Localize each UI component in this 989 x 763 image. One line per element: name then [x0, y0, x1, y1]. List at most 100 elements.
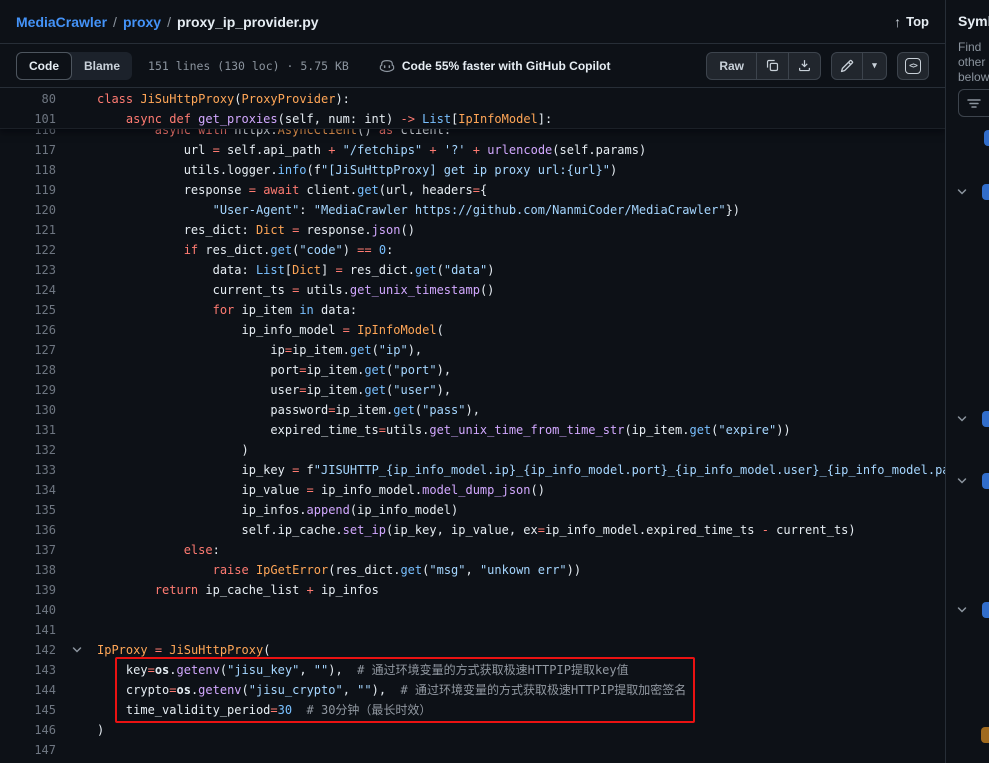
- gutter-spacer: [56, 420, 97, 440]
- line-number[interactable]: 141: [0, 620, 56, 640]
- symbol-row[interactable]: [957, 411, 989, 427]
- chevron-down-icon[interactable]: [957, 476, 967, 486]
- symbols-panel: Symbols Find other below: [945, 0, 989, 763]
- gutter-spacer: [56, 160, 97, 180]
- edit-dropdown-button[interactable]: ▾: [863, 52, 887, 80]
- code-line: 134 ip_value = ip_info_model.model_dump_…: [0, 480, 945, 500]
- back-to-top-link[interactable]: ↑ Top: [894, 14, 929, 30]
- code-line: 146): [0, 720, 945, 740]
- chevron-down-icon[interactable]: [957, 414, 967, 424]
- gutter-spacer: [56, 320, 97, 340]
- gutter-spacer: [56, 660, 97, 680]
- code-line: 143 key=os.getenv("jisu_key", ""), # 通过环…: [0, 660, 945, 680]
- symbol-kind-icon: [982, 602, 989, 618]
- symbol-row[interactable]: [957, 184, 989, 200]
- code-line: 131 expired_time_ts=utils.get_unix_time_…: [0, 420, 945, 440]
- symbol-row[interactable]: [981, 727, 989, 743]
- gutter-spacer: [56, 260, 97, 280]
- chevron-down-icon[interactable]: [957, 605, 967, 615]
- line-number[interactable]: 147: [0, 740, 56, 760]
- gutter-spacer: [56, 89, 97, 109]
- code-text: ip_key = f"JISUHTTP_{ip_info_model.ip}_{…: [97, 460, 945, 480]
- line-number[interactable]: 124: [0, 280, 56, 300]
- line-number[interactable]: 80: [0, 89, 56, 109]
- line-number[interactable]: 132: [0, 440, 56, 460]
- symbols-panel-description: Find other below: [958, 40, 989, 85]
- gutter-spacer: [56, 400, 97, 420]
- line-number[interactable]: 118: [0, 160, 56, 180]
- line-number[interactable]: 140: [0, 600, 56, 620]
- pencil-icon: [840, 59, 854, 73]
- tab-code[interactable]: Code: [16, 52, 72, 80]
- download-button[interactable]: [789, 52, 821, 80]
- breadcrumb-repo-link[interactable]: MediaCrawler: [16, 14, 107, 30]
- code-line: 138 raise IpGetError(res_dict.get("msg",…: [0, 560, 945, 580]
- top-label: Top: [906, 14, 929, 29]
- line-number[interactable]: 127: [0, 340, 56, 360]
- line-number[interactable]: 101: [0, 109, 56, 129]
- raw-button[interactable]: Raw: [706, 52, 757, 80]
- gutter-spacer: [56, 140, 97, 160]
- line-number[interactable]: 119: [0, 180, 56, 200]
- line-number[interactable]: 142: [0, 640, 56, 660]
- line-number[interactable]: 136: [0, 520, 56, 540]
- line-number[interactable]: 120: [0, 200, 56, 220]
- gutter-spacer: [56, 560, 97, 580]
- symbol-row[interactable]: [957, 473, 989, 489]
- gutter-spacer: [56, 580, 97, 600]
- symbols-description-line: below: [958, 70, 989, 85]
- line-number[interactable]: 121: [0, 220, 56, 240]
- line-number[interactable]: 145: [0, 700, 56, 720]
- toolbar-actions: Raw: [706, 52, 929, 80]
- symbol-row[interactable]: [957, 602, 989, 618]
- line-number[interactable]: 128: [0, 360, 56, 380]
- tab-blame[interactable]: Blame: [72, 52, 132, 80]
- line-number[interactable]: 123: [0, 260, 56, 280]
- code-text: else:: [97, 540, 220, 560]
- edit-button[interactable]: [831, 52, 863, 80]
- gutter-spacer: [56, 340, 97, 360]
- code-line: 121 res_dict: Dict = response.json(): [0, 220, 945, 240]
- line-number[interactable]: 133: [0, 460, 56, 480]
- line-number[interactable]: 126: [0, 320, 56, 340]
- line-number[interactable]: 146: [0, 720, 56, 740]
- code-text: return ip_cache_list + ip_infos: [97, 580, 379, 600]
- chevron-down-icon[interactable]: [957, 187, 967, 197]
- line-number[interactable]: 131: [0, 420, 56, 440]
- caret-down-icon: ▾: [872, 60, 877, 71]
- filter-symbols-input[interactable]: [958, 89, 989, 117]
- code-line: 126 ip_info_model = IpInfoModel(: [0, 320, 945, 340]
- gutter-spacer: [56, 700, 97, 720]
- line-number[interactable]: 138: [0, 560, 56, 580]
- gutter-spacer: [56, 740, 97, 760]
- line-number[interactable]: 129: [0, 380, 56, 400]
- line-number[interactable]: 134: [0, 480, 56, 500]
- line-number[interactable]: 143: [0, 660, 56, 680]
- gutter-spacer: [56, 200, 97, 220]
- line-number[interactable]: 135: [0, 500, 56, 520]
- gutter-spacer: [56, 280, 97, 300]
- code-pane: 116 async with httpx.AsyncClient() as cl…: [0, 88, 945, 763]
- line-number[interactable]: 122: [0, 240, 56, 260]
- breadcrumb-folder-link[interactable]: proxy: [123, 14, 161, 30]
- arrow-up-icon: ↑: [894, 14, 901, 30]
- symbols-panel-toggle[interactable]: <>: [897, 52, 929, 80]
- copy-icon: [765, 58, 780, 73]
- line-number[interactable]: 117: [0, 140, 56, 160]
- collapse-chevron-icon[interactable]: [56, 640, 97, 660]
- line-number[interactable]: 144: [0, 680, 56, 700]
- edit-button-group: ▾: [831, 52, 887, 80]
- line-number[interactable]: 137: [0, 540, 56, 560]
- code-text: "User-Agent": "MediaCrawler https://gith…: [97, 200, 740, 220]
- sticky-context[interactable]: 80class JiSuHttpProxy(ProxyProvider):101…: [0, 88, 945, 129]
- line-number[interactable]: 139: [0, 580, 56, 600]
- code-text: ip_value = ip_info_model.model_dump_json…: [97, 480, 545, 500]
- gutter-spacer: [56, 480, 97, 500]
- file-meta: 151 lines (130 loc) · 5.75 KB: [148, 59, 349, 73]
- symbol-row[interactable]: [984, 130, 989, 146]
- copy-button[interactable]: [757, 52, 789, 80]
- line-number[interactable]: 125: [0, 300, 56, 320]
- line-number[interactable]: 130: [0, 400, 56, 420]
- symbols-description-line: Find: [958, 40, 989, 55]
- code-text: port=ip_item.get("port"),: [97, 360, 451, 380]
